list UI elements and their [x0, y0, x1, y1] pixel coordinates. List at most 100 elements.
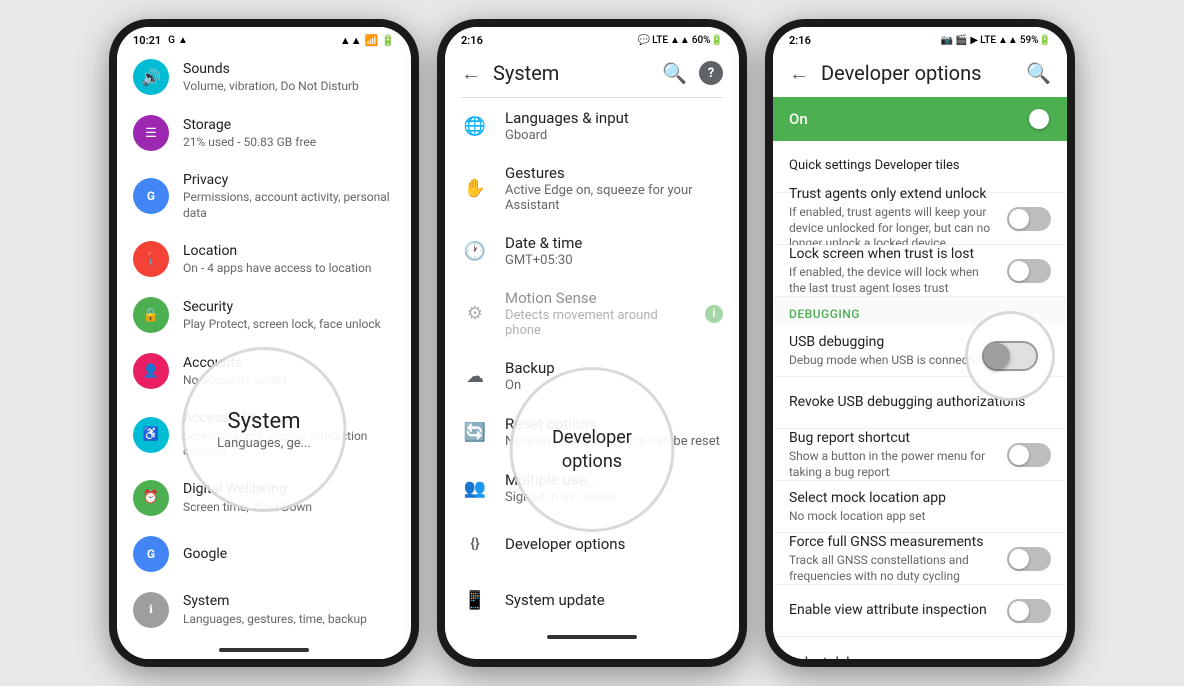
sys-item-gestures[interactable]: ✋ Gestures Active Edge on, squeeze for y…: [445, 154, 739, 223]
sys-item-users[interactable]: 👥 Multiple use... Signed in as Owner: [445, 460, 739, 516]
gestures-text: Gestures Active Edge on, squeeze for you…: [505, 164, 723, 213]
settings-item-accessibility[interactable]: ♿ Accessibility Screen readers, display,…: [117, 399, 411, 469]
dev-item-lock-screen[interactable]: Lock screen when trust is lost If enable…: [773, 245, 1067, 297]
users-title: Multiple use...: [505, 471, 723, 489]
sys-item-update[interactable]: 📱 System update: [445, 572, 739, 628]
datetime-subtitle: GMT+05:30: [505, 253, 723, 268]
phone3-back-button[interactable]: ←: [789, 61, 809, 86]
bug-report-toggle-thumb: [1009, 445, 1029, 465]
settings-item-system[interactable]: ℹ System Languages, gestures, time, back…: [117, 582, 411, 638]
trust-agents-toggle[interactable]: [1007, 207, 1051, 231]
sounds-title: Sounds: [183, 60, 395, 78]
sys-item-datetime[interactable]: 🕐 Date & time GMT+05:30: [445, 223, 739, 279]
accessibility-subtitle: Screen readers, display, interaction con…: [183, 429, 395, 460]
datetime-title: Date & time: [505, 234, 723, 252]
phone2-help-icon[interactable]: ?: [699, 61, 723, 85]
gnss-toggle-thumb: [1009, 549, 1029, 569]
developer-title: Developer options: [505, 535, 723, 553]
location-title: Location: [183, 242, 395, 260]
sys-item-backup[interactable]: ☁ Backup On: [445, 348, 739, 404]
phone3-screen: 2:16 📷 🎬 ▶ LTE ▲▲ 59%🔋 ← Developer optio…: [773, 27, 1067, 659]
phone2-status-right: 💬 LTE ▲▲ 60%🔋: [638, 35, 723, 46]
accessibility-icon: ♿: [133, 417, 169, 453]
dev-item-revoke-usb[interactable]: Revoke USB debugging authorizations: [773, 377, 1067, 429]
master-toggle[interactable]: [1007, 107, 1051, 131]
gnss-toggle[interactable]: [1007, 547, 1051, 571]
settings-item-location[interactable]: 📍 Location On - 4 apps have access to lo…: [117, 231, 411, 287]
system-text: System Languages, gestures, time, backup: [183, 592, 395, 627]
google-text: Google: [183, 545, 395, 563]
settings-item-storage[interactable]: ☰ Storage 21% used - 50.83 GB free: [117, 105, 411, 161]
dev-item-trust-agents[interactable]: Trust agents only extend unlock If enabl…: [773, 193, 1067, 245]
sys-item-motion[interactable]: ⚙ Motion Sense Detects movement around p…: [445, 279, 739, 348]
phone2-battery: 60%🔋: [692, 35, 723, 46]
accounts-title: Accounts: [183, 354, 395, 372]
phone2-back-button[interactable]: ←: [461, 61, 481, 86]
settings-item-google[interactable]: G Google: [117, 526, 411, 582]
storage-title: Storage: [183, 116, 395, 134]
on-label: On: [789, 110, 1007, 128]
wifi-signal-icon: 📶: [365, 34, 379, 47]
mock-location-title: Select mock location app: [789, 489, 1051, 507]
bug-report-toggle[interactable]: [1007, 443, 1051, 467]
signal-icon: ▲▲: [340, 34, 362, 47]
sys-item-developer[interactable]: {} Developer options: [445, 516, 739, 572]
sys-item-reset[interactable]: 🔄 Reset options Network, apps, or device…: [445, 404, 739, 460]
wifi-icon: ▲: [178, 35, 188, 46]
phone3-status-bar: 2:16 📷 🎬 ▶ LTE ▲▲ 59%🔋: [773, 27, 1067, 49]
dev-item-bug-report[interactable]: Bug report shortcut Show a button in the…: [773, 429, 1067, 481]
phone1-time: 10:21: [133, 34, 161, 47]
dev-item-usb-debugging[interactable]: USB debugging Debug mode when USB is con…: [773, 325, 1067, 377]
datetime-text: Date & time GMT+05:30: [505, 234, 723, 268]
phone3-signal: ▲▲: [998, 35, 1018, 46]
dev-item-mock-location[interactable]: Select mock location app No mock locatio…: [773, 481, 1067, 533]
languages-text: Languages & input Gboard: [505, 109, 723, 143]
reset-subtitle: Network, apps, or device can be reset: [505, 434, 723, 449]
phone2-signal: ▲▲: [670, 35, 690, 46]
datetime-icon: 🕐: [461, 237, 489, 265]
lock-screen-toggle[interactable]: [1007, 259, 1051, 283]
phone2-search-icon[interactable]: 🔍: [662, 61, 687, 85]
dev-item-debug-app[interactable]: Select debug app: [773, 637, 1067, 659]
backup-text: Backup On: [505, 359, 723, 393]
languages-icon: 🌐: [461, 112, 489, 140]
users-text: Multiple use... Signed in as Owner: [505, 471, 723, 505]
phone1-wrapper: 10:21 G ▲ ▲▲ 📶 🔋 🔊: [109, 19, 419, 667]
accounts-icon: 👤: [133, 353, 169, 389]
reset-text: Reset options Network, apps, or device c…: [505, 415, 723, 449]
settings-item-accounts[interactable]: 👤 Accounts No accounts added: [117, 343, 411, 399]
sounds-icon: 🔊: [133, 59, 169, 95]
phone3-search-icon[interactable]: 🔍: [1026, 61, 1051, 85]
location-text: Location On - 4 apps have access to loca…: [183, 242, 395, 277]
whatsapp-icon: 💬: [638, 35, 650, 46]
accessibility-title: Accessibility: [183, 409, 395, 427]
digital-wellbeing-title: Digital Wellbeing: [183, 480, 395, 498]
screenshot-container: 10:21 G ▲ ▲▲ 📶 🔋 🔊: [0, 0, 1184, 686]
system-subtitle: Languages, gestures, time, backup: [183, 612, 395, 628]
settings-item-sounds[interactable]: 🔊 Sounds Volume, vibration, Do Not Distu…: [117, 49, 411, 105]
storage-subtitle: 21% used - 50.83 GB free: [183, 135, 395, 151]
view-attr-toggle[interactable]: [1007, 599, 1051, 623]
dev-item-view-attr[interactable]: Enable view attribute inspection: [773, 585, 1067, 637]
master-toggle-thumb: [1029, 109, 1049, 129]
google-icon: G: [133, 536, 169, 572]
security-icon: 🔒: [133, 297, 169, 333]
on-off-row[interactable]: On: [773, 97, 1067, 141]
settings-item-privacy[interactable]: G Privacy Permissions, account activity,…: [117, 161, 411, 231]
languages-title: Languages & input: [505, 109, 723, 127]
settings-item-security[interactable]: 🔒 Security Play Protect, screen lock, fa…: [117, 287, 411, 343]
google-title: Google: [183, 545, 395, 563]
phone2-status-left: 2:16: [461, 34, 483, 47]
accounts-subtitle: No accounts added: [183, 373, 395, 389]
sys-item-languages[interactable]: 🌐 Languages & input Gboard: [445, 98, 739, 154]
privacy-title: Privacy: [183, 171, 395, 189]
bug-report-title: Bug report shortcut: [789, 429, 995, 447]
motion-text: Motion Sense Detects movement around pho…: [505, 289, 689, 338]
settings-item-digital-wellbeing[interactable]: ⏰ Digital Wellbeing Screen time, Wind Do…: [117, 470, 411, 526]
bug-report-text: Bug report shortcut Show a button in the…: [789, 429, 995, 480]
dev-item-gnss[interactable]: Force full GNSS measurements Track all G…: [773, 533, 1067, 585]
phone2-screen: 2:16 💬 LTE ▲▲ 60%🔋 ← System 🔍 ?: [445, 27, 739, 659]
phone3-icons: 📷 🎬 ▶: [941, 35, 979, 46]
phone2-home-indicator: [445, 628, 739, 646]
digital-wellbeing-text: Digital Wellbeing Screen time, Wind Down: [183, 480, 395, 515]
